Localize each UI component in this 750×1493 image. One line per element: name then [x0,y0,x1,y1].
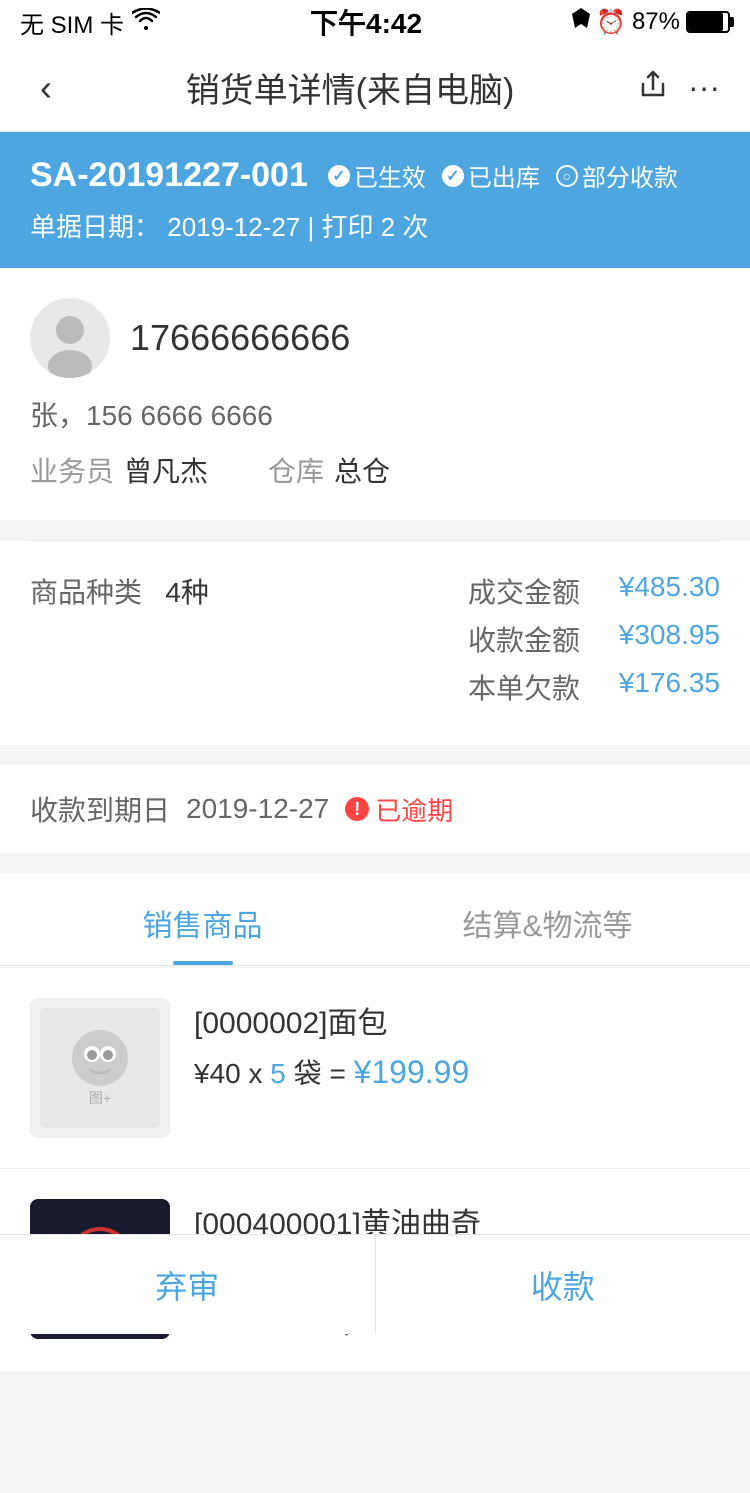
order-id: SA-20191227-001 [30,156,308,195]
summary-right: 成交金额 ¥485.30 收款金额 ¥308.95 本单欠款 ¥176.35 [468,571,720,715]
check-icon: ✓ [328,165,350,187]
customer-phone: 17666666666 [130,317,350,359]
bottom-bar: 弃审 收款 [0,1234,750,1334]
deal-amount-row: 成交金额 ¥485.30 [468,571,720,611]
customer-name: 张，156 6666 6666 [30,394,720,434]
customer-top: 17666666666 [30,298,720,378]
badge-shipped: ✓ 已出库 [442,158,540,193]
summary-left: 商品种类 4种 [30,571,209,615]
avatar [30,298,110,378]
product-thumb-1: 图+ [30,998,170,1138]
status-left: 无 SIM 卡 [20,5,160,40]
back-button[interactable]: ‹ [30,57,62,119]
badge-partial: ○ 部分收款 [556,158,678,193]
overdue-text: 已逾期 [375,791,453,828]
summary-section: 商品种类 4种 成交金额 ¥485.30 收款金额 ¥308.95 本单欠款 ¥… [0,541,750,745]
page-title: 销货单详情(来自电脑) [62,63,638,112]
tabs: 销售商品 结算&物流等 [0,873,750,965]
svg-text:图+: 图+ [89,1090,111,1106]
order-header: SA-20191227-001 ✓ 已生效 ✓ 已出库 ○ 部分收款 单据日期：… [0,132,750,268]
status-badges: ✓ 已生效 ✓ 已出库 ○ 部分收款 [328,158,678,193]
received-amount-row: 收款金额 ¥308.95 [468,619,720,659]
warehouse: 仓库 总仓 [268,450,390,490]
due-date-value: 2019-12-27 [186,793,329,825]
tab-settlement[interactable]: 结算&物流等 [375,873,720,965]
sales-rep: 业务员 曾凡杰 [30,450,208,490]
overdue-icon: ! [345,797,369,821]
battery-icon [686,11,730,33]
customer-meta: 业务员 曾凡杰 仓库 总仓 [30,450,720,490]
order-date: 单据日期： 2019-12-27 | 打印 2 次 [30,207,720,244]
check-icon-2: ✓ [442,165,464,187]
order-header-top: SA-20191227-001 ✓ 已生效 ✓ 已出库 ○ 部分收款 [30,156,720,195]
product-type: 商品种类 4种 [30,571,209,611]
clock-icon: ○ [556,165,578,187]
tabs-section: 销售商品 结算&物流等 [0,873,750,966]
product-name-1: [0000002]面包 [194,998,720,1042]
nav-bar: ‹ 销货单详情(来自电脑) ··· [0,44,750,132]
badge-activated: ✓ 已生效 [328,158,426,193]
customer-section: 17666666666 张，156 6666 6666 业务员 曾凡杰 仓库 总… [0,268,750,520]
battery-percent: 87% [632,8,680,36]
product-price-1: ¥40 x 5 袋 = ¥199.99 [194,1052,720,1092]
status-time: 下午4:42 [310,2,422,42]
overdue-badge: ! 已逾期 [345,791,453,828]
status-bar: 无 SIM 卡 下午4:42 ⏰ 87% [0,0,750,44]
due-date-label: 收款到期日 [30,789,170,829]
location-icon [572,8,590,37]
product-item: 图+ [0000002]面包 ¥40 x 5 袋 = ¥199.99 [0,968,750,1169]
more-icon[interactable]: ··· [688,69,720,106]
owed-amount-row: 本单欠款 ¥176.35 [468,667,720,707]
summary-row: 商品种类 4种 成交金额 ¥485.30 收款金额 ¥308.95 本单欠款 ¥… [30,571,720,715]
nav-actions: ··· [638,69,720,107]
confirm-button[interactable]: 收款 [376,1235,750,1334]
due-date-section: 收款到期日 2019-12-27 ! 已逾期 [0,765,750,853]
product-info-1: [0000002]面包 ¥40 x 5 袋 = ¥199.99 [194,998,720,1138]
status-right: ⏰ 87% [572,8,730,37]
tab-sales[interactable]: 销售商品 [30,873,375,965]
cancel-button[interactable]: 弃审 [0,1235,376,1334]
share-icon[interactable] [638,69,668,107]
sim-status: 无 SIM 卡 [20,5,124,40]
wifi-icon [132,8,160,37]
alarm-icon: ⏰ [596,8,626,37]
